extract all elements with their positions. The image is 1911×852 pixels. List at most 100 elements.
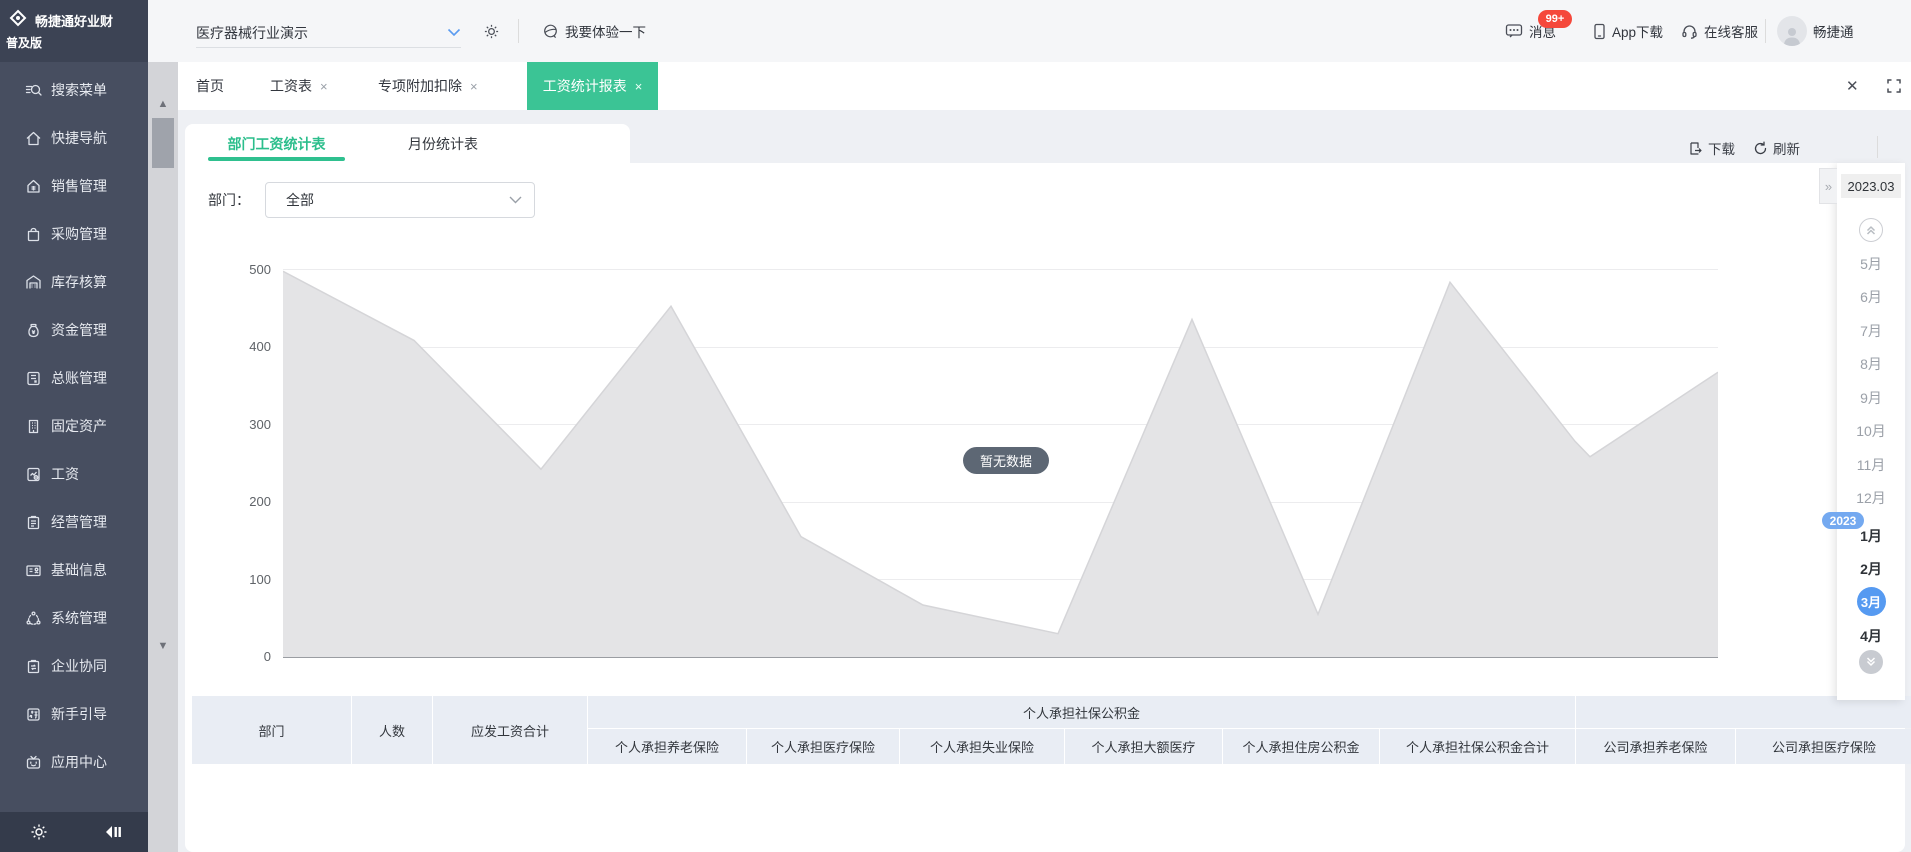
- subtab-label: 部门工资统计表: [227, 135, 326, 152]
- department-filter-select[interactable]: 全部: [265, 182, 535, 218]
- clipboard-icon: [27, 515, 40, 529]
- column-header-personal-large-medical[interactable]: 个人承担大额医疗: [1065, 729, 1222, 764]
- month-item-3-selected[interactable]: 3月: [1837, 585, 1905, 618]
- refresh-icon: [1754, 141, 1767, 154]
- app-download-button[interactable]: App下载: [1593, 0, 1663, 62]
- fullscreen-icon[interactable]: [1886, 62, 1902, 110]
- y-tick: 0: [263, 649, 271, 664]
- sidebar-item-funds[interactable]: 资金管理: [0, 306, 148, 354]
- salary-statistics-table: 部门 人数 应发工资合计 个人承担社保公积金 个人承担养老保险 个人承担医疗保险…: [192, 696, 1911, 764]
- sidebar-item-label: 搜索菜单: [51, 82, 107, 98]
- sidebar-item-quick-nav[interactable]: 快捷导航: [0, 114, 148, 162]
- column-header-personal-unemployment[interactable]: 个人承担失业保险: [900, 729, 1064, 764]
- sidebar-item-app-center[interactable]: 应用中心: [0, 738, 148, 786]
- month-item-8[interactable]: 8月: [1837, 347, 1905, 380]
- org-selector[interactable]: 医疗器械行业演示: [196, 18, 461, 48]
- tab-close-icon[interactable]: ×: [320, 79, 328, 94]
- sidebar-item-guide[interactable]: 新手引导: [0, 690, 148, 738]
- avatar: [1777, 16, 1807, 46]
- column-header-gross-salary[interactable]: 应发工资合计: [433, 696, 587, 764]
- ledger-icon: [27, 371, 40, 385]
- gear-icon: [484, 24, 499, 38]
- app-center-tv-icon: [26, 755, 41, 769]
- sidebar-item-sales[interactable]: 销售管理: [0, 162, 148, 210]
- user-menu[interactable]: 畅捷通: [1777, 0, 1854, 62]
- tab-home[interactable]: 首页: [196, 62, 224, 110]
- sidebar-item-search-menu[interactable]: 搜索菜单: [0, 66, 148, 114]
- online-service-button[interactable]: 在线客服: [1681, 0, 1758, 62]
- sidebar-item-ledger[interactable]: 总账管理: [0, 354, 148, 402]
- column-header-company-pension[interactable]: 公司承担养老保险: [1576, 729, 1735, 764]
- tab-close-icon[interactable]: ×: [470, 79, 478, 94]
- report-subtab-bar: 部门工资统计表 月份统计表: [185, 124, 630, 163]
- sidebar-item-inventory[interactable]: 库存核算: [0, 258, 148, 306]
- org-selector-value: 医疗器械行业演示: [196, 24, 308, 41]
- sidebar-item-label: 采购管理: [51, 226, 107, 242]
- purchase-bag-icon: [27, 227, 40, 241]
- y-tick: 300: [249, 417, 271, 432]
- org-settings-button[interactable]: [483, 0, 500, 62]
- sidebar-item-purchase[interactable]: 采购管理: [0, 210, 148, 258]
- month-item-4[interactable]: 4月: [1837, 619, 1905, 652]
- sidebar-item-collaboration[interactable]: 企业协同: [0, 642, 148, 690]
- month-item-10[interactable]: 10月: [1837, 414, 1905, 447]
- column-header-personal-pension[interactable]: 个人承担养老保险: [588, 729, 746, 764]
- collapse-sidebar-icon[interactable]: [104, 824, 122, 840]
- sidebar-item-label: 经营管理: [51, 514, 107, 530]
- collapse-panel-icon[interactable]: »: [1819, 168, 1837, 204]
- tab-close-icon[interactable]: ×: [635, 79, 643, 94]
- month-item-12[interactable]: 12月: [1837, 481, 1905, 514]
- balloon-icon: [544, 24, 557, 38]
- sidebar-item-salary[interactable]: 工资: [0, 450, 148, 498]
- building-icon: [28, 419, 39, 433]
- month-item-2[interactable]: 2月: [1837, 552, 1905, 585]
- sidebar-item-fixed-assets[interactable]: 固定资产: [0, 402, 148, 450]
- column-header-personal-medical[interactable]: 个人承担医疗保险: [747, 729, 899, 764]
- download-label: 下载: [1708, 142, 1735, 157]
- month-item-7[interactable]: 7月: [1837, 314, 1905, 347]
- month-item-9[interactable]: 9月: [1837, 381, 1905, 414]
- sidebar-scrollbar[interactable]: ▲ ▼: [148, 62, 178, 852]
- refresh-label: 刷新: [1773, 142, 1800, 157]
- messages-badge: 99+: [1538, 10, 1572, 28]
- month-item-11[interactable]: 11月: [1837, 448, 1905, 481]
- refresh-button[interactable]: 刷新: [1753, 136, 1800, 160]
- sidebar-item-operations[interactable]: 经营管理: [0, 498, 148, 546]
- tab-label: 首页: [196, 78, 224, 94]
- app-root: 畅捷通好业财 普及版 搜索菜单 快捷导航 销售管理 采购管理 库存核算 资金管理…: [0, 0, 1911, 852]
- month-item-6[interactable]: 6月: [1837, 280, 1905, 313]
- scrollbar-thumb[interactable]: [152, 118, 174, 168]
- warehouse-icon: [26, 274, 41, 288]
- scroll-down-arrow-icon[interactable]: ▼: [148, 640, 178, 652]
- experience-button[interactable]: 我要体验一下: [542, 0, 646, 62]
- sidebar-item-basic-info[interactable]: 基础信息: [0, 546, 148, 594]
- headset-icon: [1682, 24, 1697, 39]
- top-bar: 医疗器械行业演示 我要体验一下 99+ 消息 App下载 在线客服 畅捷通: [148, 0, 1911, 62]
- tab-salary-sheet[interactable]: 工资表 ×: [270, 62, 328, 110]
- y-tick: 100: [249, 572, 271, 587]
- column-header-headcount[interactable]: 人数: [352, 696, 432, 764]
- tab-special-deduction[interactable]: 专项附加扣除 ×: [378, 62, 478, 110]
- column-header-company-medical[interactable]: 公司承担医疗保险: [1736, 729, 1911, 764]
- scroll-up-arrow-icon[interactable]: ▲: [148, 98, 178, 110]
- month-panel: » 2023.03 5月 6月 7月 8月 9月 10月 11月 12月 202…: [1819, 163, 1905, 700]
- sidebar-item-system[interactable]: 系统管理: [0, 594, 148, 642]
- column-header-personal-total[interactable]: 个人承担社保公积金合计: [1380, 729, 1575, 764]
- months-scroll-down-icon[interactable]: [1859, 650, 1883, 674]
- month-item-5[interactable]: 5月: [1837, 247, 1905, 280]
- subtab-monthly[interactable]: 月份统计表: [393, 124, 493, 163]
- sidebar-menu: 搜索菜单 快捷导航 销售管理 采购管理 库存核算 资金管理 总账管理 固定资产 …: [0, 66, 148, 786]
- download-button[interactable]: 下载: [1688, 136, 1735, 160]
- column-header-department[interactable]: 部门: [192, 696, 351, 764]
- settings-gear-icon[interactable]: [30, 823, 48, 841]
- sidebar-item-label: 应用中心: [51, 754, 107, 770]
- column-header-personal-housing-fund[interactable]: 个人承担住房公积金: [1223, 729, 1379, 764]
- months-scroll-up-icon[interactable]: [1859, 218, 1883, 242]
- document-tab-bar: 首页 工资表 × 专项附加扣除 × 工资统计报表 × ✕: [148, 62, 1911, 158]
- close-all-tabs-icon[interactable]: ✕: [1846, 62, 1859, 110]
- active-subtab-underline: [208, 157, 345, 161]
- person-icon: [1784, 28, 1800, 46]
- no-data-badge: 暂无数据: [963, 447, 1049, 474]
- tab-salary-statistics-report[interactable]: 工资统计报表 ×: [527, 62, 658, 110]
- brand-block: 畅捷通好业财 普及版: [0, 0, 148, 62]
